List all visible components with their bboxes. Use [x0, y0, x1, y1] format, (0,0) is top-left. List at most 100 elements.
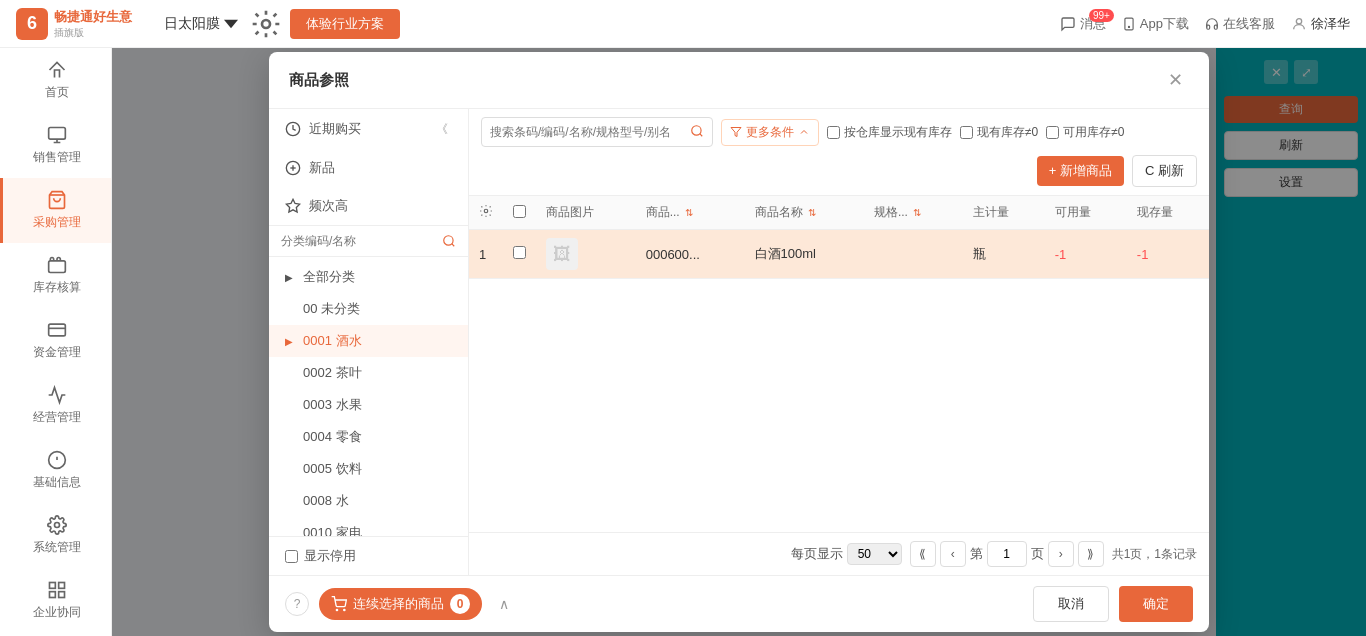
modal-footer: ? 连续选择的商品 0 ∧ 取消 确定	[269, 575, 1209, 632]
sidebar-item-purchase[interactable]: 采购管理	[0, 178, 111, 243]
category-00[interactable]: 00 未分类	[269, 293, 468, 325]
sidebar-item-inventory[interactable]: 库存核算	[0, 243, 111, 308]
cell-stock: -1	[1127, 230, 1209, 279]
product-search-button[interactable]	[682, 124, 712, 141]
next-page-button[interactable]: ›	[1048, 541, 1074, 567]
modal-close-button[interactable]: ✕	[1161, 66, 1189, 94]
online-service-button[interactable]: 在线客服	[1205, 15, 1275, 33]
category-0003[interactable]: 0003 水果	[269, 389, 468, 421]
svg-point-31	[692, 125, 701, 134]
product-table: 商品图片 商品... ⇅ 商品名称 ⇅	[469, 196, 1209, 279]
footer-collapse-icon[interactable]: ∧	[492, 592, 516, 616]
nonzero-stock-checkbox[interactable]	[960, 126, 973, 139]
svg-rect-7	[49, 324, 66, 336]
product-table-area: 商品图片 商品... ⇅ 商品名称 ⇅	[469, 196, 1209, 532]
category-search-icon[interactable]	[442, 234, 456, 248]
svg-point-35	[336, 609, 337, 610]
col-name[interactable]: 商品名称 ⇅	[745, 196, 864, 230]
toolbar-right: + 新增商品 C 刷新	[1037, 155, 1197, 187]
sidebar: 首页 销售管理 采购管理 库存核算 资金管理 经营管理 基础信息 系统管理	[0, 48, 112, 636]
available-nonzero-checkbox[interactable]	[1046, 126, 1059, 139]
table-row[interactable]: 1 🖼 000600... 白酒100ml	[469, 230, 1209, 279]
select-all-checkbox[interactable]	[513, 205, 526, 218]
system-icon	[47, 515, 67, 535]
sidebar-item-system[interactable]: 系统管理	[0, 503, 111, 568]
prev-page-button[interactable]: ‹	[940, 541, 966, 567]
warehouse-stock-option[interactable]: 按仓库显示现有库存	[827, 124, 952, 141]
sidebar-item-basic-info[interactable]: 基础信息	[0, 438, 111, 503]
show-disabled-label[interactable]: 显示停用	[304, 547, 356, 565]
page-size-select[interactable]: 50 10 20 100	[847, 543, 902, 565]
add-product-button[interactable]: + 新增商品	[1037, 156, 1124, 186]
category-0010[interactable]: 0010 家电	[269, 517, 468, 536]
nonzero-stock-option[interactable]: 现有库存≠0	[960, 124, 1038, 141]
category-search-box	[269, 225, 468, 257]
cell-checkbox[interactable]	[503, 230, 536, 279]
last-page-button[interactable]: ⟫	[1078, 541, 1104, 567]
show-disabled-option: 显示停用	[269, 536, 468, 575]
store-selector[interactable]: 日太阳膜	[152, 11, 250, 37]
left-nav-new[interactable]: 新品	[269, 149, 468, 187]
warehouse-stock-checkbox[interactable]	[827, 126, 840, 139]
nav-right: 消息 99+ App下载 在线客服 徐泽华	[1060, 15, 1350, 33]
message-button[interactable]: 消息 99+	[1060, 15, 1106, 33]
col-stock: 现存量	[1127, 196, 1209, 230]
modal-left-panel: 近期购买 《 新品 频次高	[269, 109, 469, 575]
left-nav-recent[interactable]: 近期购买 《	[269, 109, 468, 149]
cancel-button[interactable]: 取消	[1033, 586, 1109, 622]
show-disabled-checkbox[interactable]	[285, 550, 298, 563]
sidebar-item-home[interactable]: 首页	[0, 48, 111, 113]
svg-rect-16	[59, 592, 65, 598]
category-0002[interactable]: 0002 茶叶	[269, 357, 468, 389]
col-unit[interactable]: 主计量	[963, 196, 1045, 230]
sidebar-item-management[interactable]: 经营管理	[0, 373, 111, 438]
info-icon	[47, 450, 67, 470]
first-page-button[interactable]: ⟪	[910, 541, 936, 567]
category-all[interactable]: ▶ 全部分类	[269, 261, 468, 293]
headphone-icon	[1205, 17, 1219, 31]
col-settings[interactable]	[469, 196, 503, 230]
page-number-input[interactable]	[987, 541, 1027, 567]
svg-point-34	[484, 209, 488, 213]
sidebar-item-collab[interactable]: 企业协同	[0, 568, 111, 633]
sidebar-item-finance[interactable]: 资金管理	[0, 308, 111, 373]
svg-marker-33	[731, 128, 741, 137]
main-layout: 首页 销售管理 采购管理 库存核算 资金管理 经营管理 基础信息 系统管理	[0, 48, 1366, 636]
cart-button[interactable]: 连续选择的商品 0	[319, 588, 482, 620]
table-header-row: 商品图片 商品... ⇅ 商品名称 ⇅	[469, 196, 1209, 230]
product-search-box	[481, 117, 713, 147]
category-tree: ▶ 全部分类 00 未分类 ▶ 0001 酒水	[269, 257, 468, 536]
collapse-left-icon[interactable]: 《	[432, 119, 452, 139]
category-0004[interactable]: 0004 零食	[269, 421, 468, 453]
settings-icon[interactable]	[250, 8, 282, 40]
cart-icon	[331, 596, 347, 612]
svg-rect-4	[49, 128, 66, 140]
page-navigation: ⟪ ‹ 第 页 › ⟫	[910, 541, 1104, 567]
cell-unit: 瓶	[963, 230, 1045, 279]
available-nonzero-option[interactable]: 可用库存≠0	[1046, 124, 1124, 141]
modal-toolbar: 更多条件 按仓库显示现有库存 现有库存≠0	[469, 109, 1209, 196]
app-download-button[interactable]: App下载	[1122, 15, 1189, 33]
user-menu[interactable]: 徐泽华	[1291, 15, 1350, 33]
refresh-button[interactable]: C 刷新	[1132, 155, 1197, 187]
col-available[interactable]: 可用量	[1045, 196, 1127, 230]
category-0008[interactable]: 0008 水	[269, 485, 468, 517]
cell-code: 000600...	[636, 230, 745, 279]
left-nav-frequent[interactable]: 频次高	[269, 187, 468, 225]
cell-name: 白酒100ml	[745, 230, 864, 279]
sidebar-item-sales[interactable]: 销售管理	[0, 113, 111, 178]
confirm-button[interactable]: 确定	[1119, 586, 1193, 622]
more-filter-button[interactable]: 更多条件	[721, 119, 819, 146]
category-0005[interactable]: 0005 饮料	[269, 453, 468, 485]
product-search-input[interactable]	[482, 125, 682, 139]
table-settings-icon[interactable]	[479, 204, 493, 218]
category-search-input[interactable]	[281, 234, 436, 248]
trial-button[interactable]: 体验行业方案	[290, 9, 400, 39]
category-0001[interactable]: ▶ 0001 酒水	[269, 325, 468, 357]
svg-line-32	[700, 133, 703, 136]
help-button[interactable]: ?	[285, 592, 309, 616]
row-checkbox[interactable]	[513, 246, 526, 259]
col-spec[interactable]: 规格... ⇅	[864, 196, 963, 230]
col-code[interactable]: 商品... ⇅	[636, 196, 745, 230]
main-content: ✕ ⤢ 查询 刷新 设置 商品参照 ✕	[112, 48, 1366, 636]
